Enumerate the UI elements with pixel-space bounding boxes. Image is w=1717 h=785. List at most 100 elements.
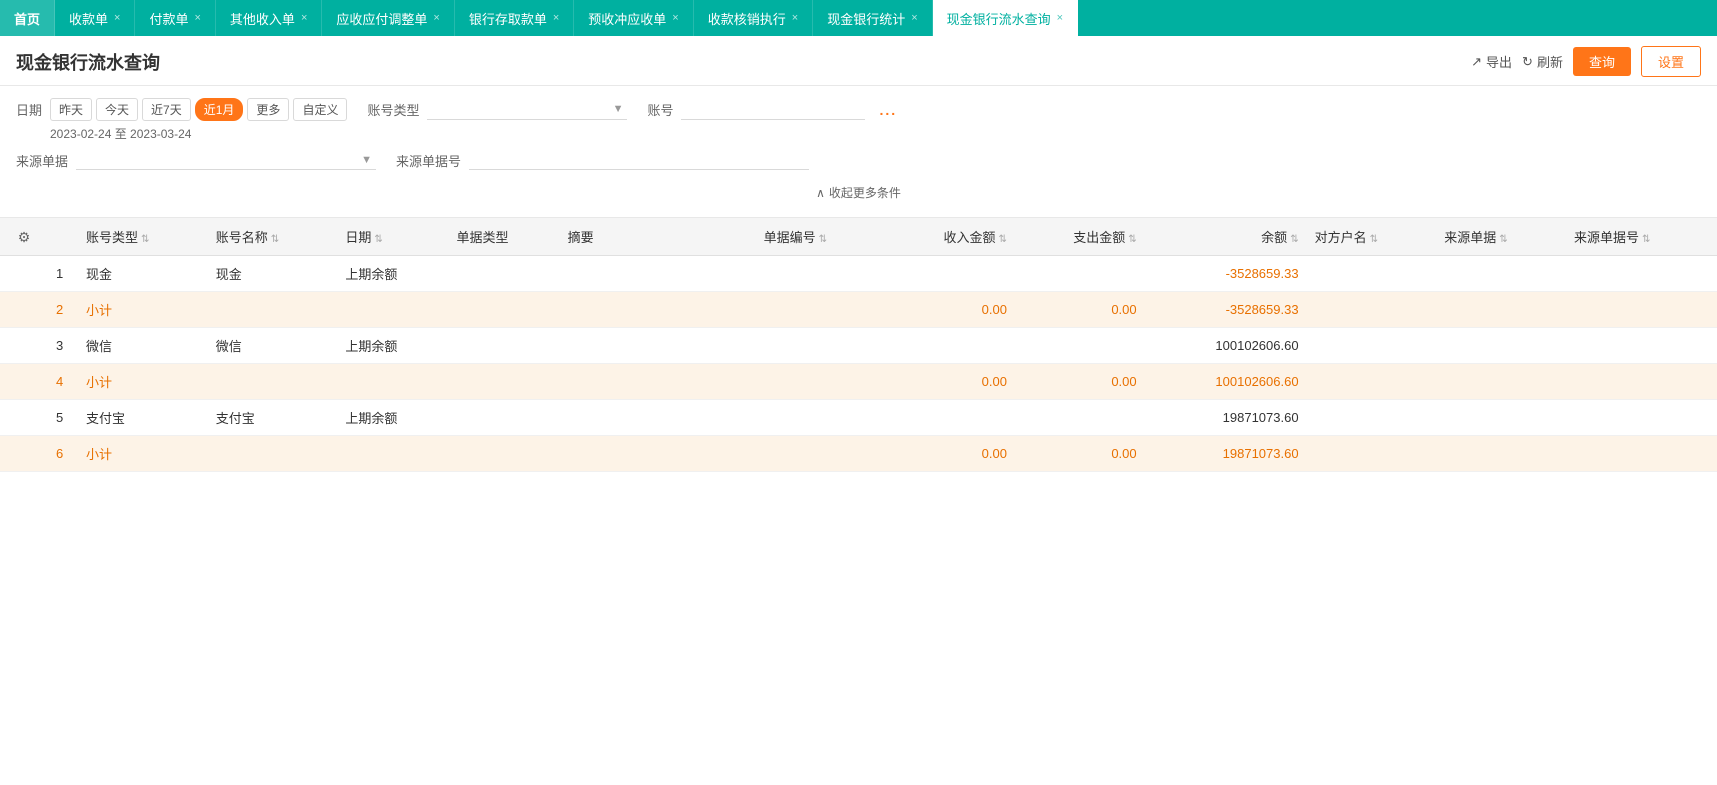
date-btn-近7天[interactable]: 近7天 [142, 98, 191, 121]
account-name-column-header[interactable]: 账号名称⇅ [208, 218, 338, 256]
table-header: ⚙ 账号类型⇅ 账号名称⇅ 日期⇅ 单据类型 摘要 单据编号⇅ 收入金额⇅ 支出… [0, 218, 1717, 256]
nav-close-icon[interactable]: × [672, 12, 678, 24]
nav-close-icon[interactable]: × [553, 12, 559, 24]
cell-11 [1307, 400, 1437, 436]
table-header-row: ⚙ 账号类型⇅ 账号名称⇅ 日期⇅ 单据类型 摘要 单据编号⇅ 收入金额⇅ 支出… [0, 218, 1717, 256]
cell-11 [1307, 364, 1437, 400]
cell-6 [560, 436, 756, 472]
cell-8: 0.00 [885, 292, 1015, 328]
date-btn-近1月[interactable]: 近1月 [195, 98, 244, 121]
nav-item-receipt[interactable]: 收款单× [55, 0, 135, 36]
nav-item-home[interactable]: 首页 [0, 0, 55, 36]
doc-number-column-header[interactable]: 单据编号⇅ [756, 218, 886, 256]
date-btn-昨天[interactable]: 昨天 [50, 98, 92, 121]
cell-6 [560, 364, 756, 400]
cell-10: -3528659.33 [1145, 292, 1307, 328]
nav-item-prepayment[interactable]: 预收冲应收单× [574, 0, 693, 36]
nav-close-icon[interactable]: × [792, 12, 798, 24]
table-container: ⚙ 账号类型⇅ 账号名称⇅ 日期⇅ 单据类型 摘要 单据编号⇅ 收入金额⇅ 支出… [0, 218, 1717, 472]
gear-icon[interactable]: ⚙ [16, 229, 32, 245]
sort-icon: ⇅ [819, 234, 827, 245]
counterpart-column-header[interactable]: 对方户名⇅ [1307, 218, 1437, 256]
nav-close-icon[interactable]: × [194, 12, 200, 24]
collapse-bar[interactable]: ∧ 收起更多条件 [16, 180, 1701, 205]
export-button[interactable]: ↗ 导出 [1471, 52, 1512, 71]
cell-13 [1566, 364, 1717, 400]
account-type-filter-group: 账号类型 现金微信支付宝银行 ▼ [367, 100, 627, 120]
cell-4 [337, 436, 448, 472]
cell-5 [448, 256, 559, 292]
cell-0 [0, 364, 48, 400]
summary-column-header: 摘要 [560, 218, 756, 256]
cell-10: -3528659.33 [1145, 256, 1307, 292]
account-type-column-header[interactable]: 账号类型⇅ [78, 218, 208, 256]
settings-button[interactable]: 设置 [1641, 46, 1701, 77]
refresh-icon: ↻ [1522, 54, 1533, 70]
nav-close-icon[interactable]: × [301, 12, 307, 24]
cell-13 [1566, 328, 1717, 364]
cell-4 [337, 292, 448, 328]
cell-4: 上期余额 [337, 328, 448, 364]
date-btn-更多[interactable]: 更多 [247, 98, 289, 121]
nav-close-icon[interactable]: × [911, 12, 917, 24]
date-filter-group: 日期 昨天今天近7天近1月更多自定义 [16, 98, 347, 121]
cell-3 [208, 292, 338, 328]
source-doc-num-filter-group: 来源单据号 [396, 150, 809, 170]
nav-item-cash-bank-stats[interactable]: 现金银行统计× [813, 0, 932, 36]
cell-12 [1436, 256, 1566, 292]
cell-4: 上期余额 [337, 400, 448, 436]
nav-item-bank-deposit[interactable]: 银行存取款单× [455, 0, 574, 36]
sort-icon: ⇅ [271, 234, 279, 245]
income-column-header[interactable]: 收入金额⇅ [885, 218, 1015, 256]
source-doc-column-header[interactable]: 来源单据⇅ [1436, 218, 1566, 256]
nav-close-icon[interactable]: × [433, 12, 439, 24]
nav-item-collection-exec[interactable]: 收款核销执行× [694, 0, 813, 36]
rownum-column-header [48, 218, 78, 256]
cell-12 [1436, 400, 1566, 436]
sort-icon: ⇅ [141, 234, 149, 245]
account-type-select[interactable]: 现金微信支付宝银行 [427, 100, 627, 119]
refresh-button[interactable]: ↻ 刷新 [1522, 52, 1563, 71]
balance-column-header[interactable]: 余额⇅ [1145, 218, 1307, 256]
table-row: 1现金现金上期余额-3528659.33 [0, 256, 1717, 292]
expense-column-header[interactable]: 支出金额⇅ [1015, 218, 1145, 256]
source-doc-select[interactable] [76, 150, 376, 169]
nav-close-icon[interactable]: × [1057, 12, 1063, 24]
account-dots-button[interactable]: ... [879, 102, 897, 118]
nav-close-icon[interactable]: × [114, 12, 120, 24]
nav-item-ar-adjustment[interactable]: 应收应付调整单× [322, 0, 454, 36]
nav-item-cash-bank-flow[interactable]: 现金银行流水查询× [933, 0, 1078, 36]
filter-row-1: 日期 昨天今天近7天近1月更多自定义 账号类型 现金微信支付宝银行 ▼ 账号 [16, 98, 1701, 121]
account-type-select-wrapper: 现金微信支付宝银行 ▼ [427, 100, 627, 120]
cell-0 [0, 328, 48, 364]
nav-item-payment[interactable]: 付款单× [135, 0, 215, 36]
date-label: 日期 [16, 100, 42, 119]
sort-icon: ⇅ [1128, 234, 1136, 245]
date-range-display: 2023-02-24 至 2023-03-24 [50, 127, 191, 141]
nav-item-other-income[interactable]: 其他收入单× [216, 0, 322, 36]
cell-9: 0.00 [1015, 364, 1145, 400]
date-btn-自定义[interactable]: 自定义 [293, 98, 347, 121]
cell-9 [1015, 400, 1145, 436]
cell-2: 小计 [78, 436, 208, 472]
date-btn-今天[interactable]: 今天 [96, 98, 138, 121]
gear-column-header[interactable]: ⚙ [0, 218, 48, 256]
query-button[interactable]: 查询 [1573, 47, 1631, 76]
cell-1: 1 [48, 256, 78, 292]
cell-6 [560, 328, 756, 364]
cell-0 [0, 292, 48, 328]
export-icon: ↗ [1471, 54, 1482, 70]
cell-6 [560, 292, 756, 328]
cell-13 [1566, 292, 1717, 328]
cell-7 [756, 400, 886, 436]
cell-11 [1307, 328, 1437, 364]
cell-1: 5 [48, 400, 78, 436]
source-doc-num-column-header[interactable]: 来源单据号⇅ [1566, 218, 1717, 256]
cell-2: 微信 [78, 328, 208, 364]
date-column-header[interactable]: 日期⇅ [337, 218, 448, 256]
table-row: 6小计0.000.0019871073.60 [0, 436, 1717, 472]
source-doc-num-input[interactable] [469, 150, 809, 170]
cell-5 [448, 364, 559, 400]
cell-5 [448, 400, 559, 436]
account-input[interactable] [681, 100, 865, 120]
